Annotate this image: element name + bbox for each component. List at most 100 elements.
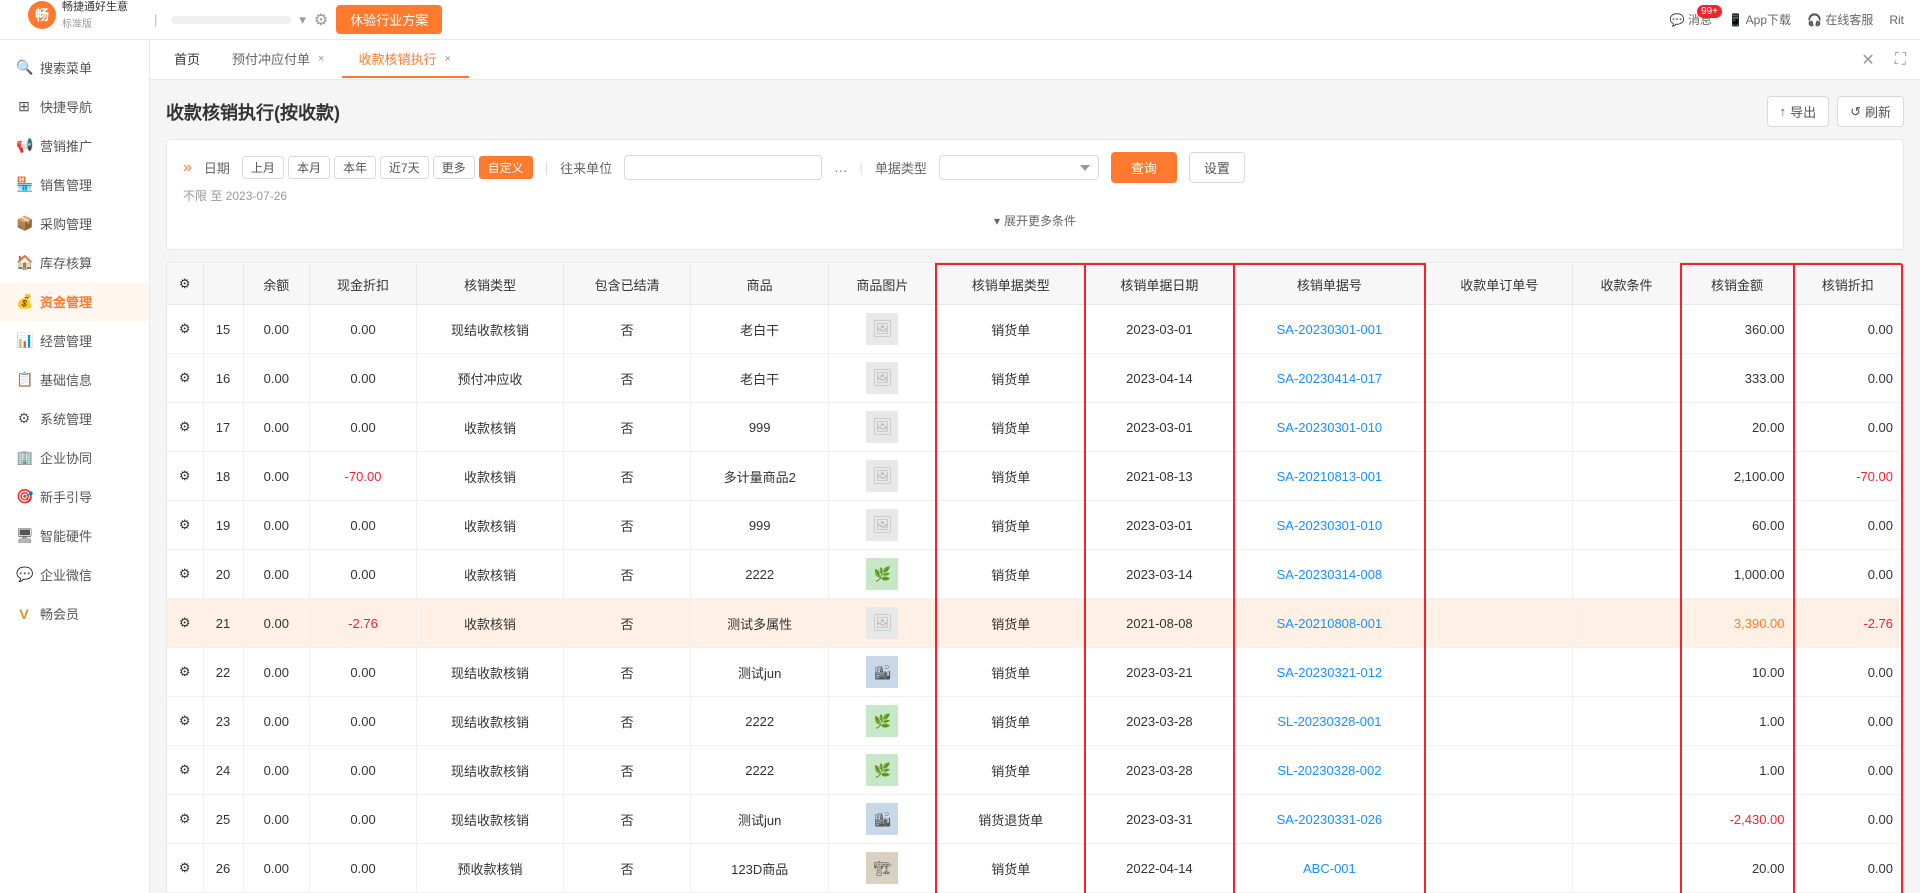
sidebar-item-hardware[interactable]: 🖥 智能硬件 bbox=[0, 516, 149, 555]
bill-num-link[interactable]: SA-20230301-001 bbox=[1277, 322, 1383, 337]
date-btn-custom[interactable]: 自定义 bbox=[479, 156, 533, 179]
cell-settings[interactable]: ⚙ bbox=[167, 550, 203, 599]
cell-cancelbillnum: SA-20230301-010 bbox=[1234, 403, 1425, 452]
maximize-btn[interactable]: ⛶ bbox=[1889, 49, 1912, 71]
date-btn-thisyear[interactable]: 本年 bbox=[334, 156, 376, 179]
sidebar-item-member[interactable]: V 畅会员 bbox=[0, 594, 149, 633]
close-window-btn[interactable]: ✕ bbox=[1855, 48, 1880, 72]
cell-settings[interactable]: ⚙ bbox=[167, 403, 203, 452]
industry-btn[interactable]: 休验行业方案 bbox=[336, 5, 442, 34]
cell-collectionordernum bbox=[1425, 746, 1573, 795]
cell-settings[interactable]: ⚙ bbox=[167, 305, 203, 354]
filter-divider1: | bbox=[545, 160, 548, 175]
cell-goodsimg: 🌿 bbox=[829, 746, 937, 795]
cell-collectionordernum bbox=[1425, 550, 1573, 599]
cell-collectionordernum bbox=[1425, 844, 1573, 893]
cell-collectionordernum bbox=[1425, 599, 1573, 648]
col-goods-header: 商品 bbox=[691, 264, 829, 305]
cell-settings[interactable]: ⚙ bbox=[167, 844, 203, 893]
online-service-btn[interactable]: 🎧 在线客服 bbox=[1807, 11, 1873, 28]
sidebar-item-system[interactable]: ⚙ 系统管理 bbox=[0, 399, 149, 438]
cell-canceltype: 收款核销 bbox=[416, 452, 563, 501]
bill-num-link[interactable]: SA-20230321-012 bbox=[1277, 665, 1383, 680]
message-btn[interactable]: 💬 消息 99+ bbox=[1670, 11, 1712, 28]
cell-cancelbillnum: SL-20230328-002 bbox=[1234, 746, 1425, 795]
date-btn-thismonth[interactable]: 本月 bbox=[288, 156, 330, 179]
refresh-btn[interactable]: ↺ 刷新 bbox=[1837, 96, 1904, 127]
cell-settings[interactable]: ⚙ bbox=[167, 697, 203, 746]
sidebar-item-inventory[interactable]: 🏠 库存核算 bbox=[0, 243, 149, 282]
tab-prepaid[interactable]: 预付冲应付单 × bbox=[216, 41, 342, 78]
cell-cancelbilltype: 销货单 bbox=[936, 648, 1085, 697]
bill-num-link[interactable]: SA-20230301-010 bbox=[1277, 518, 1383, 533]
bill-num-link[interactable]: SA-20230301-010 bbox=[1277, 420, 1383, 435]
cell-settings[interactable]: ⚙ bbox=[167, 599, 203, 648]
cell-canceltype: 收款核销 bbox=[416, 550, 563, 599]
bill-num-link[interactable]: SL-20230328-002 bbox=[1277, 763, 1381, 778]
tab-home[interactable]: 首页 bbox=[158, 41, 216, 78]
sidebar-label-sales: 销售管理 bbox=[40, 175, 92, 194]
sidebar-item-finance[interactable]: 💰 资金管理 bbox=[0, 282, 149, 321]
user-profile[interactable]: Rit bbox=[1889, 13, 1904, 27]
sidebar-item-wechat[interactable]: 💬 企业微信 bbox=[0, 555, 149, 594]
sidebar-item-sales[interactable]: 🏪 销售管理 bbox=[0, 165, 149, 204]
member-icon: V bbox=[16, 606, 32, 622]
col-collectionordernum-header: 收款单订单号 bbox=[1425, 264, 1573, 305]
cell-settings[interactable]: ⚙ bbox=[167, 452, 203, 501]
sidebar-item-purchase[interactable]: 📦 采购管理 bbox=[0, 204, 149, 243]
data-table: ⚙ 余额 现金折扣 核销类型 包含已结清 商品 商品图片 核销单据类型 核销单据… bbox=[167, 263, 1903, 893]
bill-num-link[interactable]: SA-20210813-001 bbox=[1277, 469, 1383, 484]
tab-collection[interactable]: 收款核销执行 × bbox=[342, 41, 468, 78]
date-btn-more[interactable]: 更多 bbox=[433, 156, 475, 179]
date-btn-lastmonth[interactable]: 上月 bbox=[242, 156, 284, 179]
cell-balance: 0.00 bbox=[243, 354, 310, 403]
bill-num-link[interactable]: SA-20230414-017 bbox=[1277, 371, 1383, 386]
bill-num-link[interactable]: SL-20230328-001 bbox=[1277, 714, 1381, 729]
cell-cancelamount: 333.00 bbox=[1681, 354, 1794, 403]
cell-settings[interactable]: ⚙ bbox=[167, 648, 203, 697]
cell-cashdiscount: 0.00 bbox=[310, 697, 417, 746]
system-icon: ⚙ bbox=[16, 410, 32, 427]
cell-cashdiscount: 0.00 bbox=[310, 746, 417, 795]
export-btn[interactable]: ↑ 导出 bbox=[1767, 96, 1830, 127]
sidebar-item-quicknav[interactable]: ⊞ 快捷导航 bbox=[0, 87, 149, 126]
bill-num-link[interactable]: SA-20230331-026 bbox=[1277, 812, 1383, 827]
cell-cancelamount: 20.00 bbox=[1681, 844, 1794, 893]
expand-more-btn[interactable]: ▾ 展开更多条件 bbox=[183, 212, 1887, 229]
chevron-down-icon[interactable]: ▾ bbox=[299, 12, 306, 28]
filter-row-1: » 日期 上月 本月 本年 近7天 更多 自定义 | 往来单位 ... | bbox=[183, 152, 1887, 183]
bill-type-select[interactable] bbox=[939, 155, 1099, 180]
filter-settings-btn[interactable]: 设置 bbox=[1189, 152, 1245, 183]
date-btn-7days[interactable]: 近7天 bbox=[380, 156, 429, 179]
tab-prepaid-close[interactable]: × bbox=[316, 52, 326, 66]
bill-num-link[interactable]: SA-20230314-008 bbox=[1277, 567, 1383, 582]
cell-goods: 老白干 bbox=[691, 305, 829, 354]
sidebar-label-marketing: 营销推广 bbox=[40, 136, 92, 155]
cell-settings[interactable]: ⚙ bbox=[167, 746, 203, 795]
sidebar-item-search[interactable]: 🔍 搜索菜单 bbox=[0, 48, 149, 87]
cell-goodsimg: 🌿 bbox=[829, 697, 937, 746]
col-settings-header[interactable]: ⚙ bbox=[167, 264, 203, 305]
sidebar-item-baseinfo[interactable]: 📋 基础信息 bbox=[0, 360, 149, 399]
sidebar-item-operations[interactable]: 📊 经营管理 bbox=[0, 321, 149, 360]
table-row: ⚙ 20 0.00 0.00 收款核销 否 2222 🌿 销货单 2023-03… bbox=[167, 550, 1902, 599]
app-download-btn[interactable]: 📱 App下载 bbox=[1728, 11, 1791, 28]
bill-num-link[interactable]: ABC-001 bbox=[1303, 861, 1356, 876]
search-bar[interactable] bbox=[171, 16, 291, 24]
sidebar-item-enterprise[interactable]: 🏢 企业协同 bbox=[0, 438, 149, 477]
from-unit-dots[interactable]: ... bbox=[834, 159, 847, 177]
sidebar-item-guide[interactable]: 🎯 新手引导 bbox=[0, 477, 149, 516]
cell-settings[interactable]: ⚙ bbox=[167, 501, 203, 550]
from-unit-input[interactable] bbox=[624, 155, 822, 180]
cell-goods: 2222 bbox=[691, 697, 829, 746]
tab-bar: 首页 预付冲应付单 × 收款核销执行 × ✕ ⛶ bbox=[150, 40, 1920, 80]
cell-settings[interactable]: ⚙ bbox=[167, 354, 203, 403]
cell-settings[interactable]: ⚙ bbox=[167, 795, 203, 844]
filter-expand-icon[interactable]: » bbox=[183, 159, 192, 177]
gear-icon[interactable]: ⚙ bbox=[314, 10, 328, 30]
sidebar-item-marketing[interactable]: 📢 营销推广 bbox=[0, 126, 149, 165]
tab-collection-close[interactable]: × bbox=[442, 52, 452, 66]
bill-num-link[interactable]: SA-20210808-001 bbox=[1277, 616, 1383, 631]
page-header: 收款核销执行(按收款) ↑ 导出 ↺ 刷新 bbox=[166, 96, 1904, 127]
query-btn[interactable]: 查询 bbox=[1111, 152, 1177, 183]
